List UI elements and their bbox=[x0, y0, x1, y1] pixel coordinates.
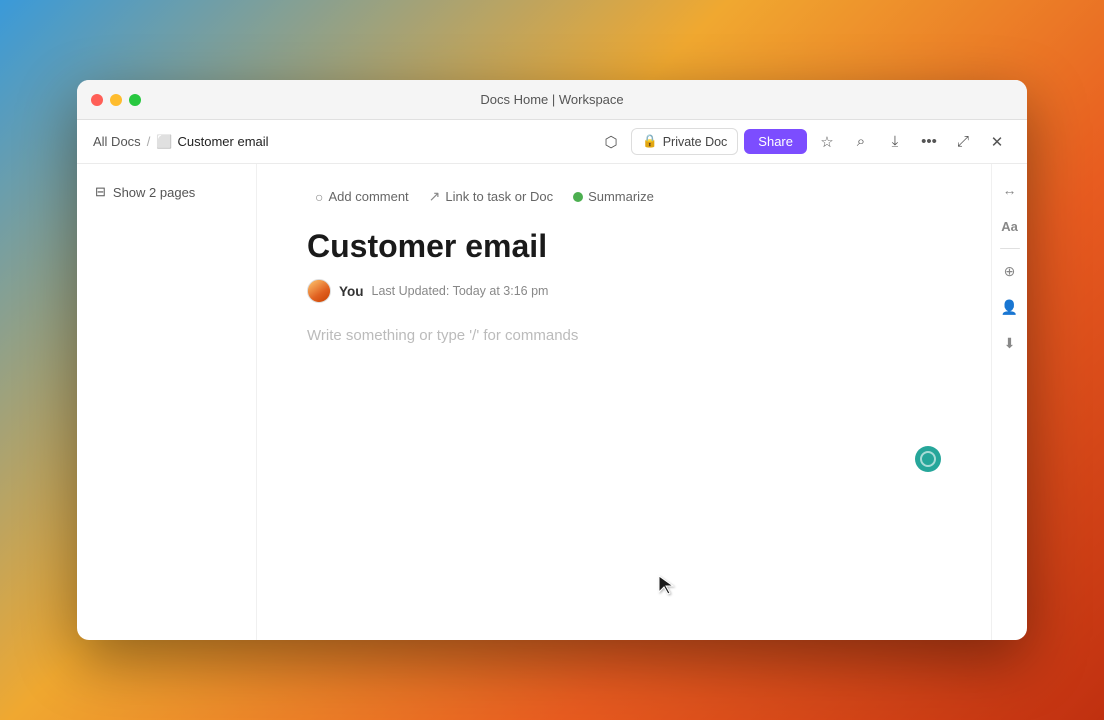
left-sidebar: ⊟ Show 2 pages bbox=[77, 164, 257, 640]
app-window: Docs Home | Workspace All Docs / ⬜ Custo… bbox=[77, 80, 1027, 640]
doc-editor-placeholder[interactable]: Write something or type '/' for commands bbox=[307, 327, 941, 344]
add-comment-button[interactable]: ○ Add comment bbox=[307, 185, 417, 209]
right-sidebar-divider bbox=[1000, 248, 1020, 249]
star-icon: ☆ bbox=[820, 133, 833, 151]
summarize-label: Summarize bbox=[588, 189, 654, 204]
avatar-image bbox=[308, 280, 330, 302]
export-icon: ⤓ bbox=[892, 133, 899, 150]
breadcrumb-doc-title[interactable]: Customer email bbox=[178, 134, 269, 149]
breadcrumb-current-doc: ⬜ Customer email bbox=[156, 134, 268, 150]
more-options-button[interactable]: ••• bbox=[915, 128, 943, 156]
share-button[interactable]: Share bbox=[744, 129, 807, 154]
minimize-button[interactable] bbox=[110, 94, 122, 106]
doc-toolbar: ○ Add comment ↗ Link to task or Doc Summ… bbox=[307, 184, 941, 209]
export-button[interactable]: ⤓ bbox=[881, 128, 909, 156]
person-icon: 👤 bbox=[1001, 299, 1018, 316]
navbar: All Docs / ⬜ Customer email ⬡ 🔒 Private … bbox=[77, 120, 1027, 164]
maximize-button[interactable] bbox=[129, 94, 141, 106]
doc-icon: ⬜ bbox=[156, 134, 172, 150]
breadcrumb: All Docs / ⬜ Customer email bbox=[93, 134, 597, 150]
ellipsis-icon: ••• bbox=[921, 133, 937, 150]
right-sidebar-icon-1[interactable]: ↔ bbox=[996, 176, 1024, 204]
link-to-task-label: Link to task or Doc bbox=[445, 189, 553, 204]
collapse-icon: ⤢ bbox=[957, 133, 969, 150]
search-icon: ⌕ bbox=[857, 133, 865, 150]
author-avatar bbox=[307, 279, 331, 303]
breadcrumb-all-docs[interactable]: All Docs bbox=[93, 134, 141, 149]
breadcrumb-separator: / bbox=[147, 134, 151, 149]
show-pages-label: Show 2 pages bbox=[113, 185, 195, 200]
share-link-icon: ⬡ bbox=[605, 133, 618, 151]
summarize-button[interactable]: Summarize bbox=[565, 185, 662, 208]
author-name: You bbox=[339, 284, 364, 299]
right-sidebar-zoom-icon[interactable]: ⊕ bbox=[996, 257, 1024, 285]
right-sidebar-person-icon[interactable]: 👤 bbox=[996, 293, 1024, 321]
document-title[interactable]: Customer email bbox=[307, 227, 941, 265]
show-pages-button[interactable]: ⊟ Show 2 pages bbox=[89, 180, 244, 204]
star-button[interactable]: ☆ bbox=[813, 128, 841, 156]
expand-icon: ↔ bbox=[1003, 182, 1017, 198]
collapse-button[interactable]: ⤢ bbox=[949, 128, 977, 156]
download-icon: ⬇ bbox=[1004, 335, 1016, 352]
close-icon: ✕ bbox=[991, 133, 1004, 151]
comment-indicator-icon bbox=[920, 451, 936, 467]
titlebar: Docs Home | Workspace bbox=[77, 80, 1027, 120]
navbar-right: ⬡ 🔒 Private Doc Share ☆ ⌕ ⤓ ••• ⤢ bbox=[597, 128, 1011, 156]
comment-icon: ○ bbox=[315, 189, 323, 205]
right-sidebar-font-icon[interactable]: Aa bbox=[996, 212, 1024, 240]
lock-icon: 🔒 bbox=[642, 134, 658, 149]
pages-icon: ⊟ bbox=[95, 184, 106, 200]
search-button[interactable]: ⌕ bbox=[847, 128, 875, 156]
link-icon: ↗ bbox=[429, 188, 441, 205]
comment-indicator-button[interactable] bbox=[915, 446, 941, 472]
window-controls bbox=[91, 94, 141, 106]
font-size-icon: Aa bbox=[1001, 219, 1018, 234]
main-layout: ⊟ Show 2 pages ○ Add comment ↗ Link to t… bbox=[77, 164, 1027, 640]
link-to-task-button[interactable]: ↗ Link to task or Doc bbox=[421, 184, 561, 209]
right-sidebar-download-icon[interactable]: ⬇ bbox=[996, 329, 1024, 357]
private-doc-label: Private Doc bbox=[663, 135, 728, 149]
window-title: Docs Home | Workspace bbox=[480, 92, 623, 107]
private-doc-button[interactable]: 🔒 Private Doc bbox=[631, 128, 738, 155]
zoom-icon: ⊕ bbox=[1004, 263, 1016, 280]
doc-content-area[interactable]: ○ Add comment ↗ Link to task or Doc Summ… bbox=[257, 164, 991, 640]
last-updated-text: Last Updated: Today at 3:16 pm bbox=[372, 284, 549, 298]
close-button[interactable] bbox=[91, 94, 103, 106]
right-sidebar: ↔ Aa ⊕ 👤 ⬇ bbox=[991, 164, 1027, 640]
mouse-cursor bbox=[657, 574, 677, 603]
summarize-dot-icon bbox=[573, 192, 583, 202]
author-row: You Last Updated: Today at 3:16 pm bbox=[307, 279, 941, 303]
share-link-icon-button[interactable]: ⬡ bbox=[597, 128, 625, 156]
close-doc-button[interactable]: ✕ bbox=[983, 128, 1011, 156]
add-comment-label: Add comment bbox=[328, 189, 408, 204]
